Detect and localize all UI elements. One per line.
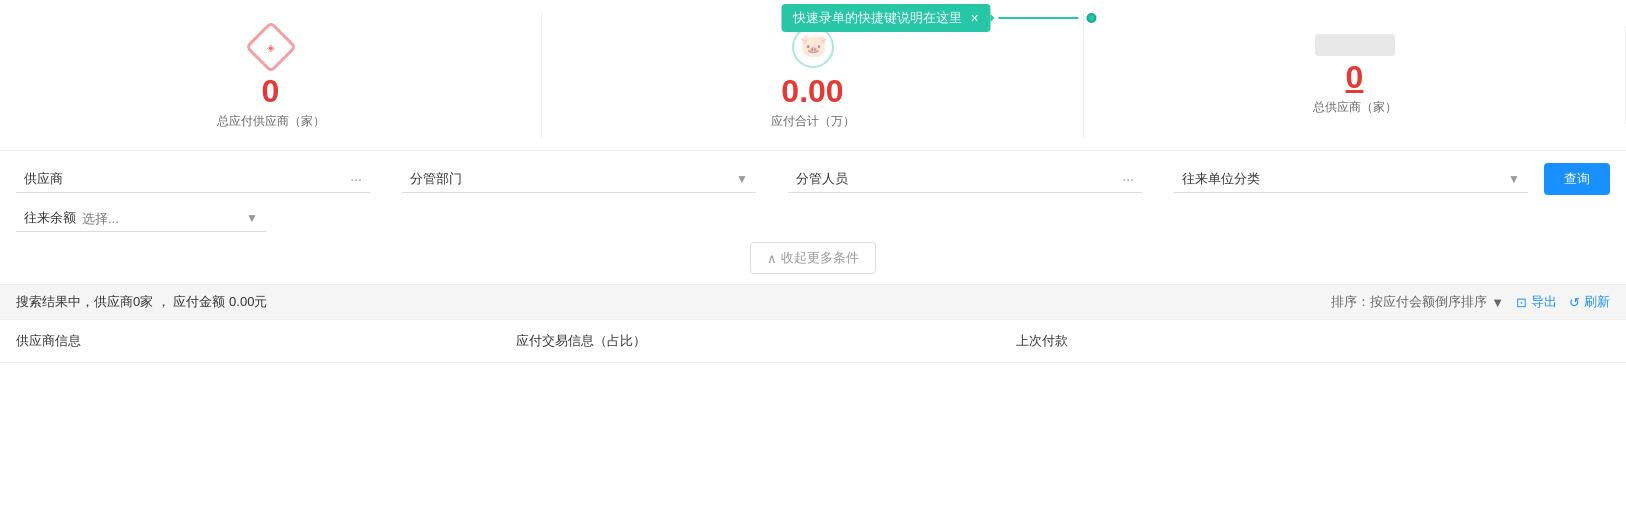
collapse-button[interactable]: ∧ 收起更多条件: [750, 242, 876, 274]
unit-class-chevron-icon[interactable]: ▼: [1508, 172, 1520, 186]
results-text: 搜索结果中，供应商0家: [16, 294, 153, 309]
col-last-payment-header: 上次付款: [1016, 332, 1610, 350]
tooltip-text: 快速录单的快捷键说明在这里: [793, 9, 962, 27]
tooltip-close-button[interactable]: ×: [970, 10, 978, 26]
query-button[interactable]: 查询: [1544, 163, 1610, 195]
dept-input[interactable]: [468, 171, 730, 186]
balance-input[interactable]: [82, 211, 240, 226]
payable-total-label: 应付合计（万）: [771, 113, 855, 130]
results-left: 搜索结果中，供应商0家 ， 应付金额 0.00元: [16, 293, 267, 311]
col-supplier-info-header: 供应商信息: [16, 332, 516, 350]
sort-chevron-icon: ▼: [1491, 295, 1504, 310]
refresh-label: 刷新: [1584, 293, 1610, 311]
table: 供应商信息 应付交易信息（占比） 上次付款: [0, 320, 1626, 515]
table-body: [0, 363, 1626, 515]
supplier-filter: 供应商 ···: [16, 166, 370, 193]
svg-text:🐷: 🐷: [799, 32, 827, 59]
balance-label: 往来余额: [24, 209, 76, 227]
supplier-input[interactable]: [69, 171, 344, 186]
total-vendors-number[interactable]: 0: [1346, 60, 1364, 95]
sort-button[interactable]: 排序：按应付会额倒序排序 ▼: [1331, 293, 1504, 311]
stat-payable-vendors: ◈ 0 总应付供应商（家）: [0, 12, 542, 138]
results-separator: ，: [157, 294, 170, 309]
balance-filter: 往来余额 ▼: [16, 205, 266, 232]
results-amount: 应付金额 0.00元: [173, 294, 267, 309]
export-button[interactable]: ⊡ 导出: [1516, 293, 1557, 311]
person-filter: 分管人员 ···: [788, 166, 1142, 193]
payable-vendors-label: 总应付供应商（家）: [217, 113, 325, 130]
svg-text:◈: ◈: [267, 42, 275, 53]
dept-label: 分管部门: [410, 170, 462, 188]
filter-row-2: 往来余额 ▼: [16, 205, 1610, 232]
tooltip-bubble: 快速录单的快捷键说明在这里 ×: [781, 4, 990, 32]
filter-bar: 供应商 ··· 分管部门 ▼ 分管人员 ··· 往来单位分类 ▼ 查询: [0, 151, 1626, 285]
payable-total-number: 0.00: [781, 74, 843, 109]
col-transaction-header: 应付交易信息（占比）: [516, 332, 1016, 350]
dept-filter: 分管部门 ▼: [402, 166, 756, 193]
export-icon: ⊡: [1516, 295, 1527, 310]
collapse-label: 收起更多条件: [781, 249, 859, 267]
tooltip-dot: [1087, 13, 1097, 23]
tooltip-container: 快速录单的快捷键说明在这里 ×: [781, 4, 1096, 32]
results-right: 排序：按应付会额倒序排序 ▼ ⊡ 导出 ↺ 刷新: [1331, 293, 1610, 311]
payable-vendors-number: 0: [262, 74, 280, 109]
tooltip-line: [999, 17, 1079, 19]
stat-total-vendors: 0 总供应商（家）: [1084, 26, 1626, 124]
refresh-button[interactable]: ↺ 刷新: [1569, 293, 1610, 311]
collapse-icon: ∧: [767, 251, 777, 266]
balance-chevron-icon[interactable]: ▼: [246, 211, 258, 225]
export-label: 导出: [1531, 293, 1557, 311]
stats-bar: ◈ 0 总应付供应商（家） 🐷 0.00 应付合计（万） 0 总供应商（家） 快…: [0, 0, 1626, 151]
supplier-label: 供应商: [24, 170, 63, 188]
refresh-icon: ↺: [1569, 295, 1580, 310]
unit-class-filter: 往来单位分类 ▼: [1174, 166, 1528, 193]
person-input[interactable]: [854, 171, 1116, 186]
supplier-dots[interactable]: ···: [350, 171, 362, 187]
unit-class-label: 往来单位分类: [1182, 170, 1260, 188]
diamond-logo-icon: ◈: [244, 20, 298, 74]
filter-row-1: 供应商 ··· 分管部门 ▼ 分管人员 ··· 往来单位分类 ▼ 查询: [16, 163, 1610, 195]
table-header: 供应商信息 应付交易信息（占比） 上次付款: [0, 320, 1626, 363]
dept-chevron-icon[interactable]: ▼: [736, 172, 748, 186]
unit-class-input[interactable]: [1266, 171, 1502, 186]
results-bar: 搜索结果中，供应商0家 ， 应付金额 0.00元 排序：按应付会额倒序排序 ▼ …: [0, 285, 1626, 320]
person-label: 分管人员: [796, 170, 848, 188]
total-vendors-label: 总供应商（家）: [1313, 99, 1397, 116]
sort-label: 排序：按应付会额倒序排序: [1331, 293, 1487, 311]
person-dots[interactable]: ···: [1122, 171, 1134, 187]
